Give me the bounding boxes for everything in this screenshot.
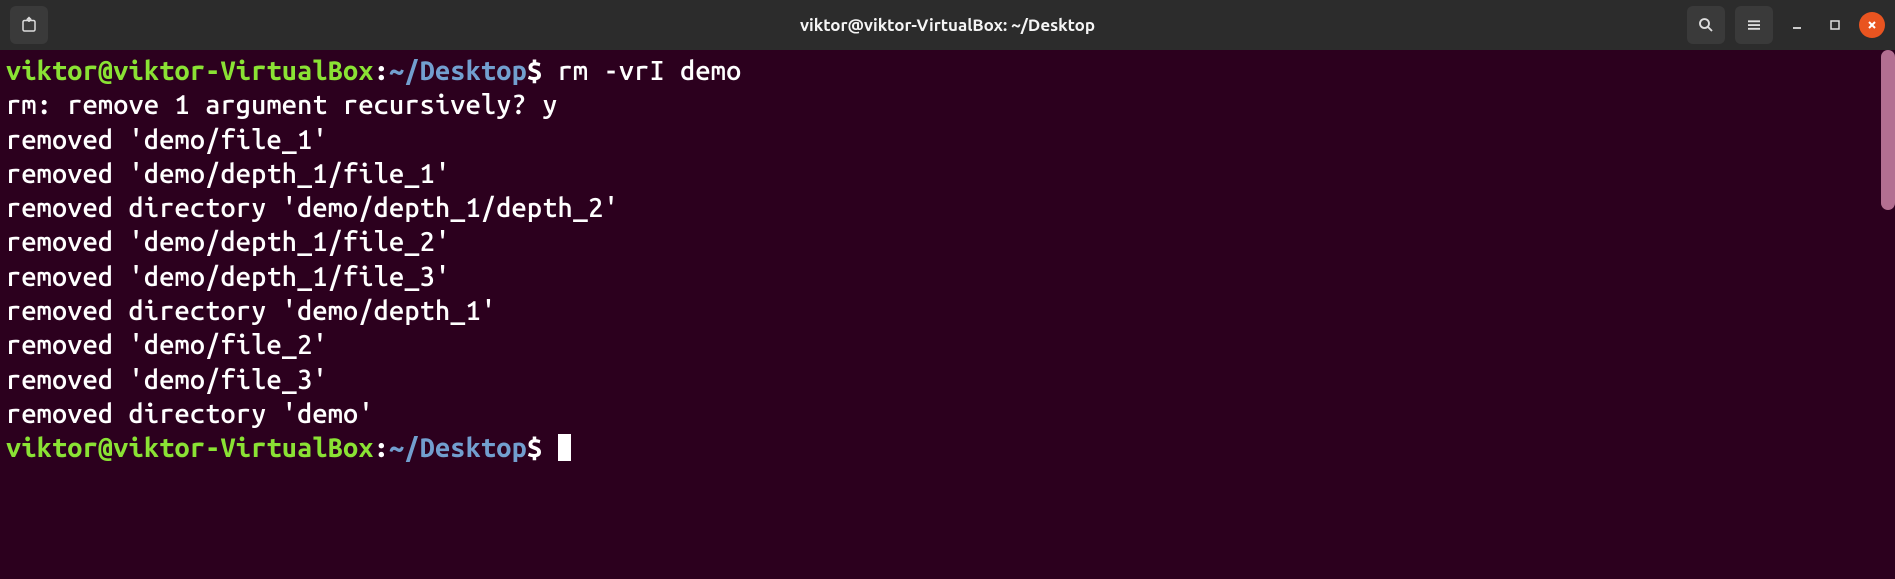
prompt-user-host: viktor@viktor-VirtualBox — [6, 433, 374, 463]
titlebar-right-controls — [1687, 6, 1885, 44]
terminal-cursor — [558, 434, 571, 461]
output-line: removed 'demo/file_3' — [6, 363, 1889, 397]
output-line: removed 'demo/depth_1/file_3' — [6, 260, 1889, 294]
vertical-scrollbar[interactable] — [1881, 50, 1895, 210]
output-line: removed directory 'demo/depth_1/depth_2' — [6, 191, 1889, 225]
output-line: removed 'demo/depth_1/file_2' — [6, 225, 1889, 259]
minimize-button[interactable] — [1783, 11, 1811, 39]
close-button[interactable] — [1859, 12, 1885, 38]
prompt-colon: : — [374, 56, 389, 86]
search-button[interactable] — [1687, 6, 1725, 44]
prompt-line-2: viktor@viktor-VirtualBox:~/Desktop$ — [6, 431, 1889, 465]
prompt-path: ~/Desktop — [389, 56, 527, 86]
output-line: removed 'demo/file_1' — [6, 123, 1889, 157]
output-line: removed 'demo/depth_1/file_1' — [6, 157, 1889, 191]
hamburger-menu-button[interactable] — [1735, 6, 1773, 44]
output-line: rm: remove 1 argument recursively? y — [6, 88, 1889, 122]
prompt-line-1: viktor@viktor-VirtualBox:~/Desktop$ rm -… — [6, 54, 1889, 88]
output-line: removed 'demo/file_2' — [6, 328, 1889, 362]
output-line: removed directory 'demo' — [6, 397, 1889, 431]
terminal-body[interactable]: viktor@viktor-VirtualBox:~/Desktop$ rm -… — [0, 50, 1895, 579]
prompt-symbol: $ — [527, 433, 542, 463]
prompt-colon: : — [374, 433, 389, 463]
titlebar-left-controls — [10, 6, 48, 44]
window-titlebar: viktor@viktor-VirtualBox: ~/Desktop — [0, 0, 1895, 50]
window-title: viktor@viktor-VirtualBox: ~/Desktop — [800, 16, 1095, 35]
new-tab-button[interactable] — [10, 6, 48, 44]
command-text: rm -vrI demo — [542, 56, 741, 86]
output-line: removed directory 'demo/depth_1' — [6, 294, 1889, 328]
prompt-user-host: viktor@viktor-VirtualBox — [6, 56, 374, 86]
prompt-symbol: $ — [527, 56, 542, 86]
maximize-button[interactable] — [1821, 11, 1849, 39]
prompt-path: ~/Desktop — [389, 433, 527, 463]
